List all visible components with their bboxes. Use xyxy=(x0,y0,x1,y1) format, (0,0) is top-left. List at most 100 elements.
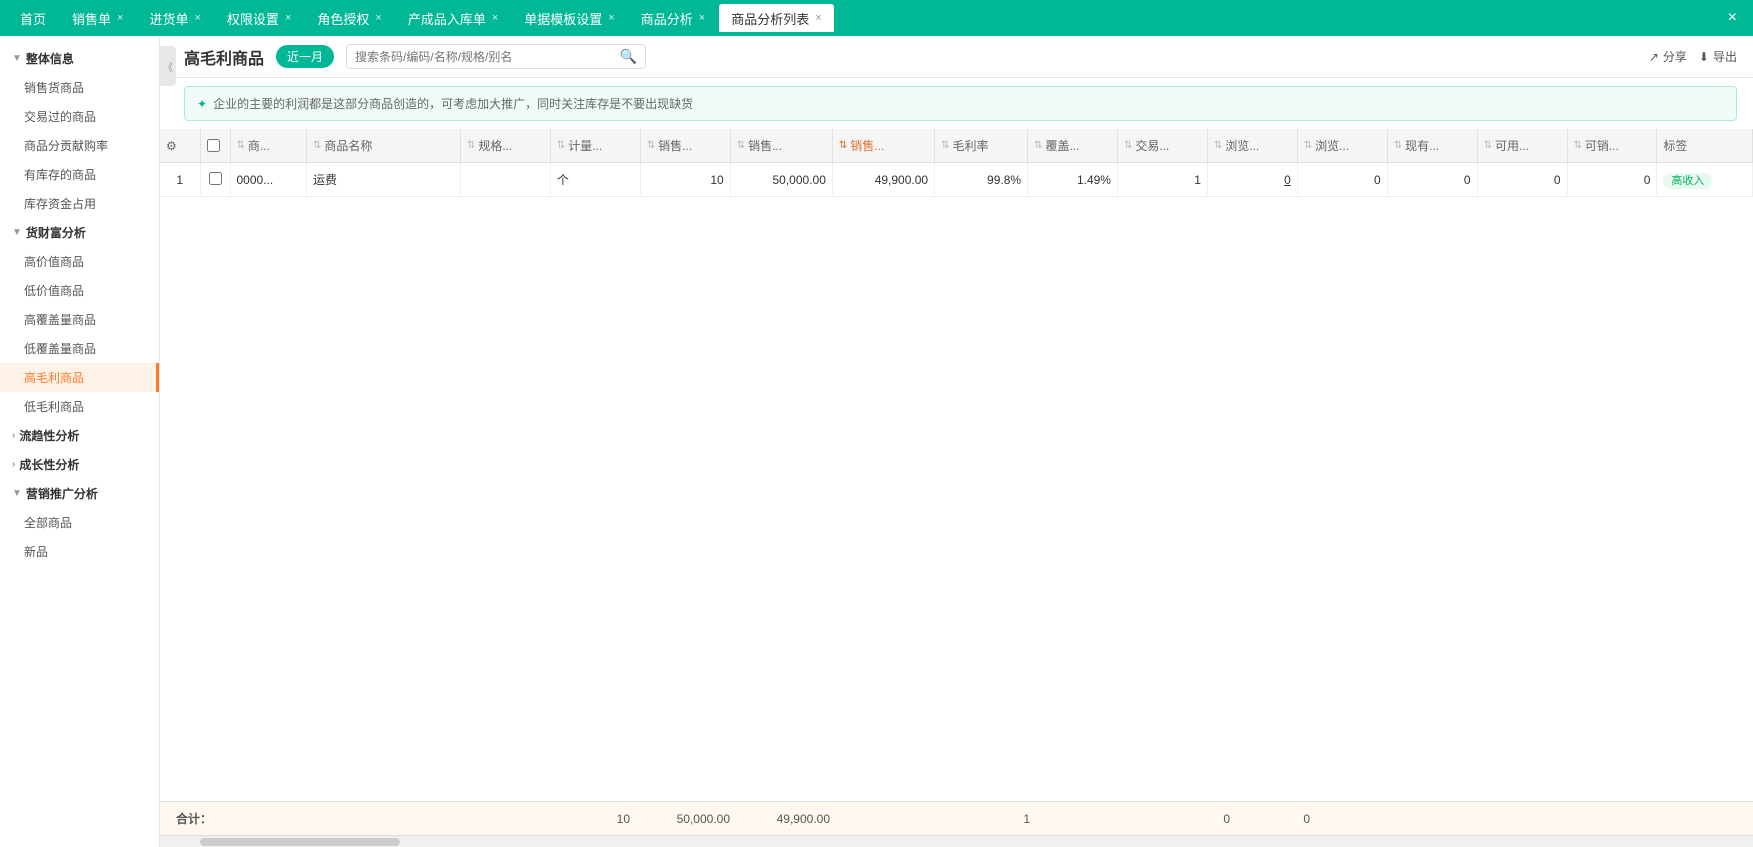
footer-sales-qty: 10 xyxy=(556,812,636,826)
sidebar-group-wealth[interactable]: ▼ 货财富分析 xyxy=(0,218,159,247)
sidebar-item-low-coverage[interactable]: 低覆盖量商品 xyxy=(0,334,159,363)
tab-sales[interactable]: 销售单 × xyxy=(60,4,135,32)
tab-analysis-list[interactable]: 商品分析列表 × xyxy=(719,4,833,32)
footer-available: 0 xyxy=(1156,812,1236,826)
cell-name: 运费 xyxy=(307,163,461,197)
col-saleable[interactable]: ⇅ 可销... xyxy=(1567,129,1657,163)
col-coverage[interactable]: ⇅ 覆盖... xyxy=(1028,129,1118,163)
browse1-link[interactable]: 0 xyxy=(1284,173,1291,187)
tab-home[interactable]: 首页 xyxy=(8,4,58,32)
sidebar-item-in-stock[interactable]: 有库存的商品 xyxy=(0,160,159,189)
col-settings[interactable]: ⚙ xyxy=(160,129,200,163)
sidebar-group-overall[interactable]: ▼ 整体信息 xyxy=(0,44,159,73)
search-box: 🔍 xyxy=(346,44,646,69)
sidebar-item-stock-capital[interactable]: 库存资金占用 xyxy=(0,189,159,218)
cell-browse1: 0 xyxy=(1207,163,1297,197)
col-available[interactable]: ⇅ 可用... xyxy=(1477,129,1567,163)
tab-instock-label: 产成品入库单 xyxy=(408,9,486,28)
tab-analysis-label: 商品分析 xyxy=(641,9,693,28)
cell-tag: 高收入 xyxy=(1657,163,1753,197)
tab-role-label: 角色授权 xyxy=(317,9,369,28)
search-icon[interactable]: 🔍 xyxy=(620,48,637,65)
sidebar-item-low-margin[interactable]: 低毛利商品 xyxy=(0,392,159,421)
sidebar-group-growth[interactable]: › 成长性分析 xyxy=(0,450,159,479)
sidebar-item-high-value[interactable]: 高价值商品 xyxy=(0,247,159,276)
chevron-down-icon: ▼ xyxy=(12,53,22,64)
tab-template-label: 单据模板设置 xyxy=(524,9,602,28)
tab-template[interactable]: 单据模板设置 × xyxy=(512,4,626,32)
export-button[interactable]: ⬇ 导出 xyxy=(1699,48,1737,65)
horizontal-scrollbar[interactable] xyxy=(160,835,1753,847)
sidebar-item-high-margin[interactable]: 高毛利商品 xyxy=(0,363,159,392)
tab-permission[interactable]: 权限设置 × xyxy=(215,4,303,32)
tab-role[interactable]: 角色授权 × xyxy=(305,4,393,32)
main-container: ▼ 整体信息 销售货商品 交易过的商品 商品分贡献购率 有库存的商品 库存资金占… xyxy=(0,36,1753,847)
sidebar-group-trend[interactable]: › 流趋性分析 xyxy=(0,421,159,450)
sidebar-group-trend-label: 流趋性分析 xyxy=(19,427,79,444)
col-browse1[interactable]: ⇅ 浏览... xyxy=(1207,129,1297,163)
share-button[interactable]: ↗ 分享 xyxy=(1649,48,1687,65)
tag-badge: 高收入 xyxy=(1663,173,1712,189)
search-input[interactable] xyxy=(355,50,620,64)
chevron-right-icon: › xyxy=(12,430,15,441)
col-unit[interactable]: ⇅ 计量... xyxy=(550,129,640,163)
cell-transaction: 1 xyxy=(1117,163,1207,197)
tab-template-close[interactable]: × xyxy=(608,12,614,24)
cell-gross-margin: 99.8% xyxy=(935,163,1028,197)
col-code[interactable]: ⇅ 商... xyxy=(230,129,307,163)
sidebar-group-overall-label: 整体信息 xyxy=(26,50,74,67)
window-close-button[interactable]: × xyxy=(1720,9,1745,27)
col-sales-qty[interactable]: ⇅ 销售... xyxy=(640,129,730,163)
select-all-checkbox[interactable] xyxy=(207,139,220,152)
footer-label: 合计： xyxy=(176,810,212,827)
col-tag: 标签 xyxy=(1657,129,1753,163)
filter-recent-month-button[interactable]: 近一月 xyxy=(276,45,334,68)
col-transaction[interactable]: ⇅ 交易... xyxy=(1117,129,1207,163)
cell-coverage: 1.49% xyxy=(1028,163,1118,197)
col-stock-qty[interactable]: ⇅ 现有... xyxy=(1387,129,1477,163)
sidebar-item-traded-goods[interactable]: 交易过的商品 xyxy=(0,102,159,131)
cell-browse2: 0 xyxy=(1297,163,1387,197)
cell-index: 1 xyxy=(160,163,200,197)
sidebar-item-new-goods[interactable]: 新品 xyxy=(0,537,159,566)
col-browse2[interactable]: ⇅ 浏览... xyxy=(1297,129,1387,163)
footer-sales-cost: 49,900.00 xyxy=(736,812,836,826)
content-header: 高毛利商品 近一月 🔍 ↗ 分享 ⬇ 导出 xyxy=(160,36,1753,78)
share-icon: ↗ xyxy=(1649,50,1659,64)
sidebar-item-all-goods[interactable]: 全部商品 xyxy=(0,508,159,537)
data-table: ⚙ ⇅ 商... ⇅ xyxy=(160,129,1753,197)
tab-analysis[interactable]: 商品分析 × xyxy=(629,4,717,32)
tab-purchase[interactable]: 进货单 × xyxy=(137,4,212,32)
col-name[interactable]: ⇅ 商品名称 xyxy=(307,129,461,163)
info-icon: ✦ xyxy=(197,97,207,111)
chevron-down-icon-3: ▼ xyxy=(12,488,22,499)
sidebar-collapse-button[interactable]: 《 xyxy=(160,46,176,86)
col-sales-cost[interactable]: ⇅ 销售... xyxy=(832,129,934,163)
tab-instock[interactable]: 产成品入库单 × xyxy=(396,4,510,32)
sidebar-item-low-value[interactable]: 低价值商品 xyxy=(0,276,159,305)
sidebar-item-contribution[interactable]: 商品分贡献购率 xyxy=(0,131,159,160)
tab-analysis-list-close[interactable]: × xyxy=(815,12,821,24)
tab-sales-label: 销售单 xyxy=(72,9,111,28)
tab-instock-close[interactable]: × xyxy=(492,12,498,24)
row-checkbox[interactable] xyxy=(209,172,222,185)
cell-available: 0 xyxy=(1477,163,1567,197)
tab-permission-label: 权限设置 xyxy=(227,9,279,28)
sidebar-item-sales-goods[interactable]: 销售货商品 xyxy=(0,73,159,102)
col-sales-amount[interactable]: ⇅ 销售... xyxy=(730,129,832,163)
tab-analysis-close[interactable]: × xyxy=(699,12,705,24)
tab-permission-close[interactable]: × xyxy=(285,12,291,24)
header-actions: ↗ 分享 ⬇ 导出 xyxy=(1649,48,1737,65)
tab-sales-close[interactable]: × xyxy=(117,12,123,24)
sidebar-item-high-coverage[interactable]: 高覆盖量商品 xyxy=(0,305,159,334)
tab-role-close[interactable]: × xyxy=(375,12,381,24)
footer-saleable: 0 xyxy=(1236,812,1316,826)
sidebar-group-marketing[interactable]: ▼ 营销推广分析 xyxy=(0,479,159,508)
footer-cells: 10 50,000.00 49,900.00 1 0 0 xyxy=(236,812,1737,826)
scroll-thumb[interactable] xyxy=(200,838,400,846)
table-row: 1 0000... 运费 xyxy=(160,163,1753,197)
tab-purchase-close[interactable]: × xyxy=(194,12,200,24)
sidebar-group-wealth-label: 货财富分析 xyxy=(26,224,86,241)
col-gross-margin[interactable]: ⇅ 毛利率 xyxy=(935,129,1028,163)
col-spec[interactable]: ⇅ 规格... xyxy=(460,129,550,163)
